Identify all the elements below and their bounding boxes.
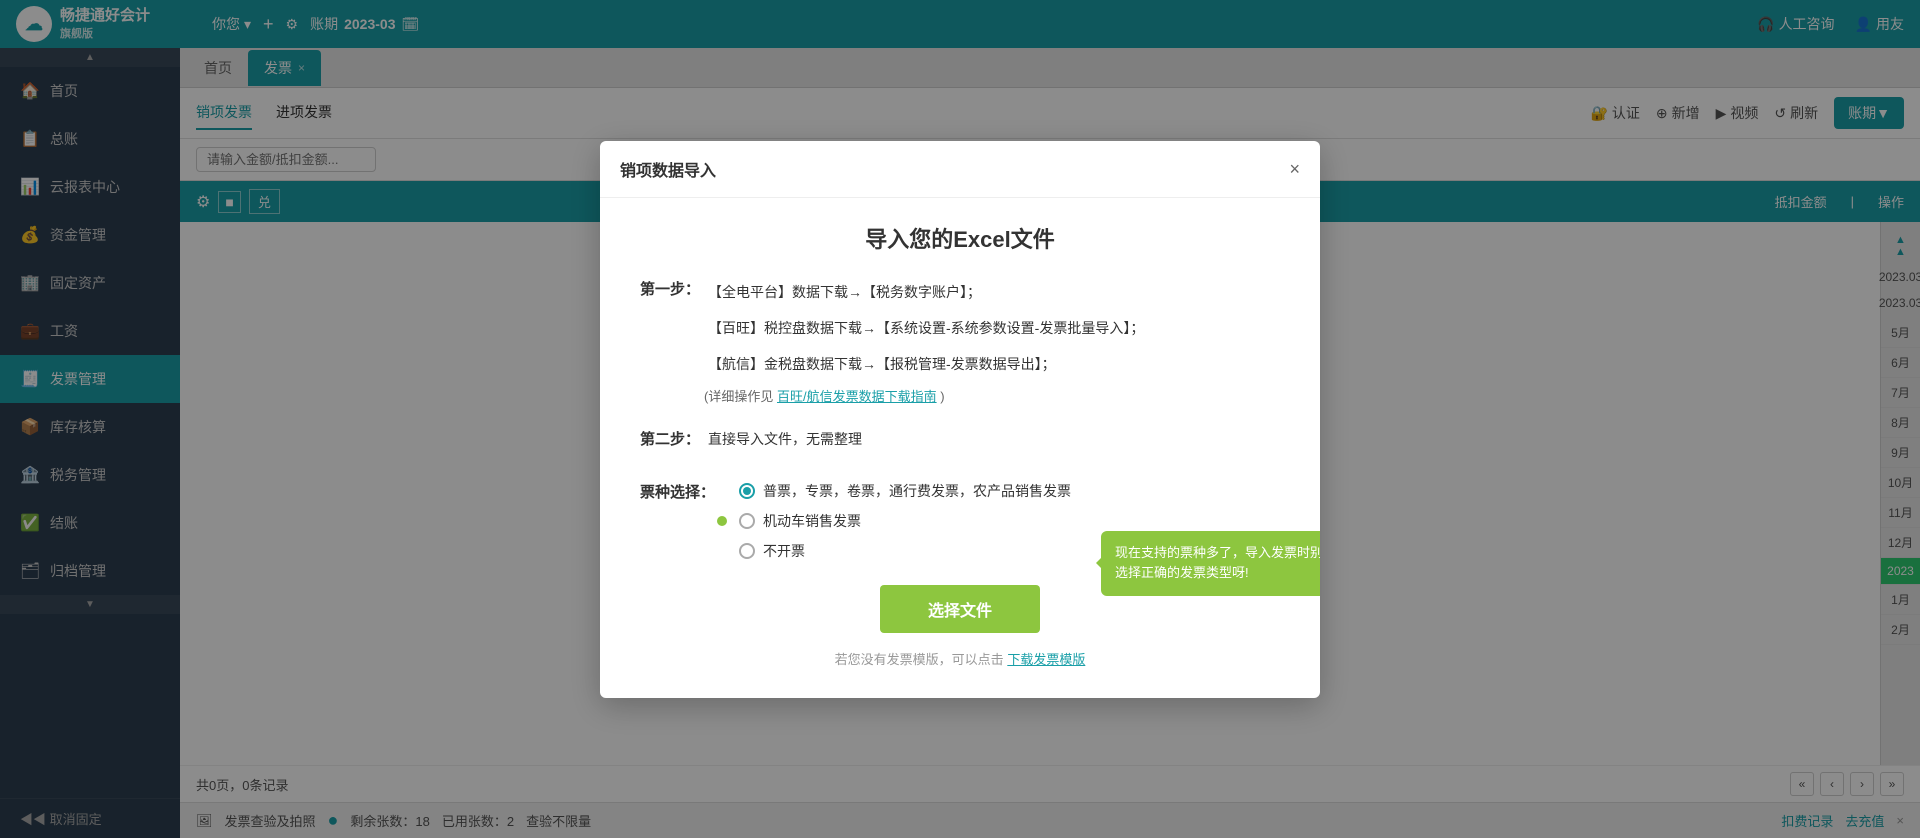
step2-row: 第二步： 直接导入文件，无需整理 xyxy=(640,425,1280,461)
radio-dot-1 xyxy=(743,487,751,495)
download-template-link[interactable]: 下载发票模版 xyxy=(1007,652,1085,667)
tooltip-connector-dot xyxy=(717,516,727,526)
ticket-select-row: 票种选择： 普票，专票，卷票，通行费发票，农产品销售发票 机动车销售 xyxy=(640,481,1280,561)
radio-label-1: 普票，专票，卷票，通行费发票，农产品销售发票 xyxy=(763,481,1071,501)
modal-footer: 若您没有发票模版，可以点击 下载发票模版 xyxy=(640,649,1280,668)
step-1-block: 第一步： 【全电平台】数据下载→【税务数字账户】； 【百旺】税控盘数据下载→【系… xyxy=(640,278,1280,405)
tooltip-popup: × 现在支持的票种多了，导入发票时别忘了选择正确的发票类型呀! xyxy=(1101,531,1320,597)
step1-line-1: 【全电平台】数据下载→【税务数字账户】； xyxy=(704,278,1144,306)
radio-option-3[interactable]: 不开票 xyxy=(739,541,1071,561)
step2-content: 直接导入文件，无需整理 xyxy=(704,425,862,453)
radio-option-2[interactable]: 机动车销售发票 × 现在支持的票种多了，导入发票时别忘了选择正确的发票类型呀! xyxy=(739,511,1071,531)
ticket-select-block: 票种选择： 普票，专票，卷票，通行费发票，农产品销售发票 机动车销售 xyxy=(640,481,1280,561)
radio-option-1[interactable]: 普票，专票，卷票，通行费发票，农产品销售发票 xyxy=(739,481,1071,501)
step2-label: 第二步： xyxy=(640,428,700,449)
select-file-btn[interactable]: 选择文件 xyxy=(880,585,1040,633)
step1-line-3: 【航信】金税盘数据下载→【报税管理-发票数据导出】； xyxy=(704,350,1144,378)
ticket-select-label: 票种选择： xyxy=(640,481,715,502)
step1-link-row: (详细操作见 百旺/航信发票数据下载指南 ) xyxy=(704,386,1144,405)
import-modal: 销项数据导入 × 导入您的Excel文件 第一步： 【全电平台】数据下载→【税务… xyxy=(600,141,1320,698)
radio-label-2: 机动车销售发票 xyxy=(763,511,861,531)
modal-body: 导入您的Excel文件 第一步： 【全电平台】数据下载→【税务数字账户】； 【百… xyxy=(600,198,1320,698)
step1-row: 第一步： 【全电平台】数据下载→【税务数字账户】； 【百旺】税控盘数据下载→【系… xyxy=(640,278,1280,405)
radio-group: 普票，专票，卷票，通行费发票，农产品销售发票 机动车销售发票 × 现在支持的票种 xyxy=(719,481,1071,561)
step1-content: 【全电平台】数据下载→【税务数字账户】； 【百旺】税控盘数据下载→【系统设置-系… xyxy=(704,278,1144,405)
radio-circle-2 xyxy=(739,513,755,529)
step1-label: 第一步： xyxy=(640,278,700,397)
modal-title: 销项数据导入 xyxy=(620,157,716,181)
modal-header: 销项数据导入 × xyxy=(600,141,1320,198)
radio-label-3: 不开票 xyxy=(763,541,805,561)
radio-circle-1 xyxy=(739,483,755,499)
radio-circle-3 xyxy=(739,543,755,559)
download-guide-link[interactable]: 百旺/航信发票数据下载指南 xyxy=(777,389,937,404)
tooltip-text: 现在支持的票种多了，导入发票时别忘了选择正确的发票类型呀! xyxy=(1115,545,1320,581)
modal-overlay: 销项数据导入 × 导入您的Excel文件 第一步： 【全电平台】数据下载→【税务… xyxy=(0,0,1920,838)
modal-main-title: 导入您的Excel文件 xyxy=(640,222,1280,254)
step-2-block: 第二步： 直接导入文件，无需整理 xyxy=(640,425,1280,461)
step1-line-2: 【百旺】税控盘数据下载→【系统设置-系统参数设置-发票批量导入】； xyxy=(704,314,1144,342)
modal-close-btn[interactable]: × xyxy=(1289,160,1300,178)
